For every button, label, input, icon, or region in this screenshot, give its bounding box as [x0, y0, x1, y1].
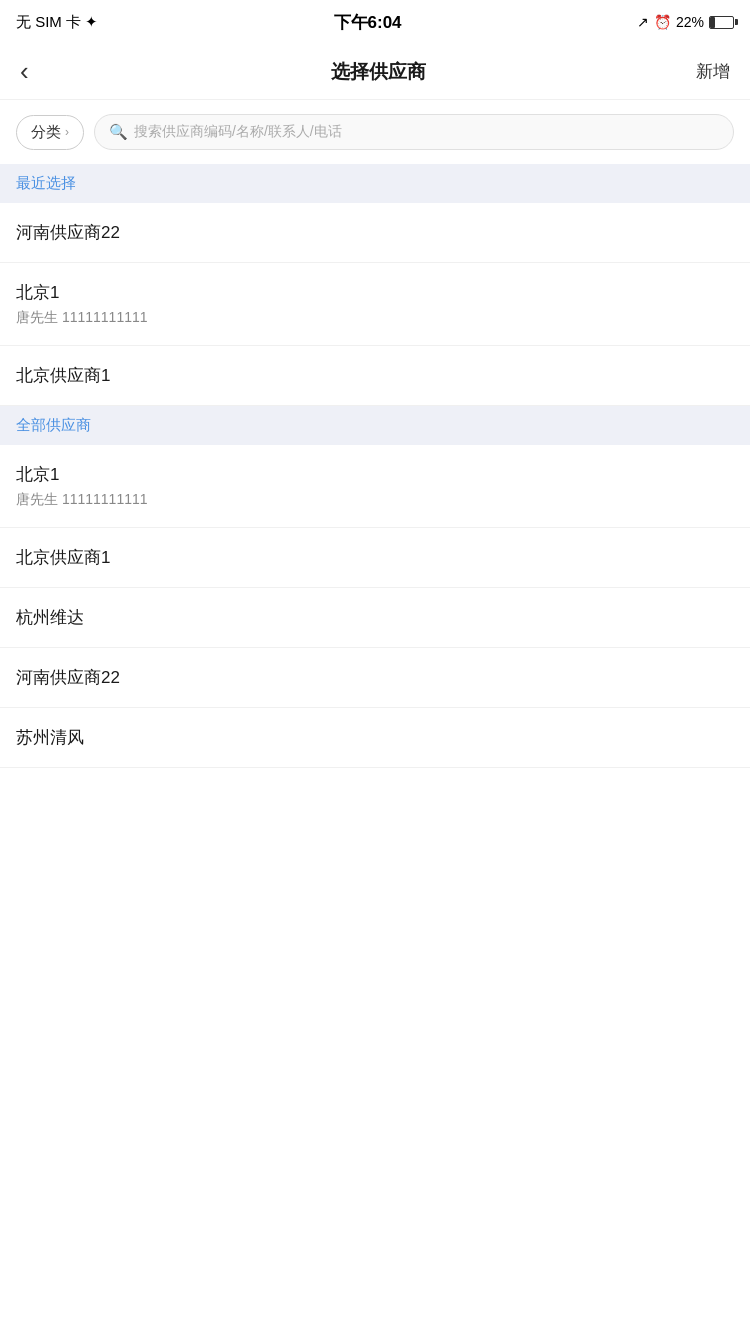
battery-icon — [709, 16, 734, 29]
status-left: 无 SIM 卡 ✦ — [16, 13, 98, 32]
list-item[interactable]: 北京1 唐先生 11111111111 — [0, 263, 750, 346]
section-header-text-all: 全部供应商 — [16, 416, 91, 433]
item-name: 河南供应商22 — [16, 666, 734, 689]
battery-percent: 22% — [676, 14, 704, 30]
section-header-all: 全部供应商 — [0, 406, 750, 445]
item-name: 苏州清风 — [16, 726, 734, 749]
status-bar: 无 SIM 卡 ✦ 下午6:04 ↗ ⏰ 22% — [0, 0, 750, 44]
item-name: 北京供应商1 — [16, 546, 734, 569]
item-name: 杭州维达 — [16, 606, 734, 629]
back-button[interactable]: ‹ — [20, 56, 60, 87]
section-header-recent: 最近选择 — [0, 164, 750, 203]
item-name: 北京供应商1 — [16, 364, 734, 387]
list-item[interactable]: 河南供应商22 — [0, 203, 750, 263]
search-icon: 🔍 — [109, 123, 128, 141]
item-name: 河南供应商22 — [16, 221, 734, 244]
search-box[interactable]: 🔍 搜索供应商编码/名称/联系人/电话 — [94, 114, 734, 150]
category-filter-button[interactable]: 分类 › — [16, 115, 84, 150]
section-header-text-recent: 最近选择 — [16, 174, 76, 191]
supplier-list: 最近选择河南供应商22 北京1 唐先生 11111111111 北京供应商1 全部供应商… — [0, 164, 750, 768]
item-sub: 唐先生 11111111111 — [16, 491, 734, 509]
alarm-icon: ⏰ — [654, 14, 671, 30]
search-placeholder: 搜索供应商编码/名称/联系人/电话 — [134, 123, 342, 141]
location-icon: ↗ — [637, 14, 649, 30]
status-right: ↗ ⏰ 22% — [637, 14, 734, 30]
page-title: 选择供应商 — [331, 59, 426, 85]
sim-status: 无 SIM 卡 ✦ — [16, 13, 98, 32]
chevron-right-icon: › — [65, 125, 69, 139]
list-item[interactable]: 苏州清风 — [0, 708, 750, 768]
status-time: 下午6:04 — [334, 11, 402, 34]
category-label: 分类 — [31, 123, 61, 142]
item-name: 北京1 — [16, 463, 734, 486]
item-sub: 唐先生 11111111111 — [16, 309, 734, 327]
filter-bar: 分类 › 🔍 搜索供应商编码/名称/联系人/电话 — [0, 100, 750, 164]
list-item[interactable]: 北京1 唐先生 11111111111 — [0, 445, 750, 528]
list-item[interactable]: 杭州维达 — [0, 588, 750, 648]
list-item[interactable]: 北京供应商1 — [0, 528, 750, 588]
nav-bar: ‹ 选择供应商 新增 — [0, 44, 750, 100]
battery-fill — [710, 17, 715, 28]
add-button[interactable]: 新增 — [696, 60, 730, 83]
item-name: 北京1 — [16, 281, 734, 304]
list-item[interactable]: 河南供应商22 — [0, 648, 750, 708]
list-item[interactable]: 北京供应商1 — [0, 346, 750, 406]
